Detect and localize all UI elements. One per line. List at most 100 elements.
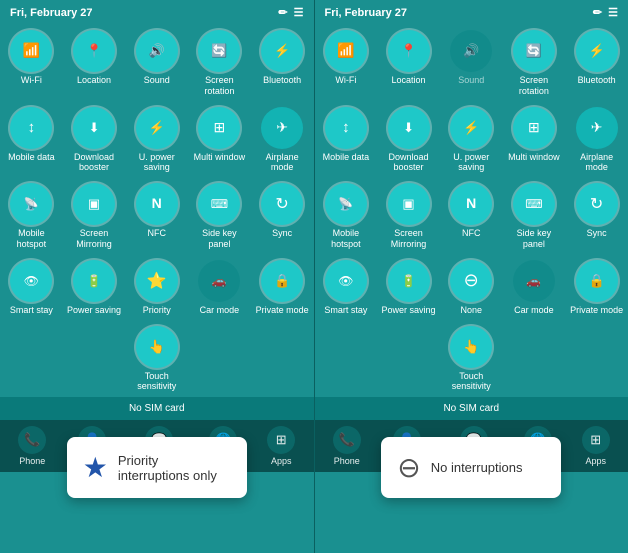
upower-label-left: U. power saving (129, 152, 185, 174)
qs-mirror-left[interactable]: Screen Mirroring (66, 183, 122, 250)
upower-icon-left (136, 107, 178, 149)
date-left: Fri, February 27 (10, 7, 93, 19)
qs-sidekey-left[interactable]: Side key panel (191, 183, 247, 250)
qs-bluetooth-right[interactable]: Bluetooth (569, 30, 625, 97)
smartstay-label-right: Smart stay (324, 305, 367, 316)
qs-none-right[interactable]: None (443, 260, 499, 316)
airplane-label-left: Airplane mode (254, 152, 310, 174)
qs-mobile-left[interactable]: Mobile data (3, 107, 59, 174)
qs-nfc-right[interactable]: NFC (443, 183, 499, 250)
qs-wifi-left[interactable]: Wi-Fi (3, 30, 59, 97)
qs-car-left[interactable]: Car mode (191, 260, 247, 316)
car-label-right: Car mode (514, 305, 554, 316)
powersave-icon-right (388, 260, 430, 302)
qs-airplane-left[interactable]: Airplane mode (254, 107, 310, 174)
qs-location-left[interactable]: Location (66, 30, 122, 97)
sound-icon-right (450, 30, 492, 72)
qs-wifi-right[interactable]: Wi-Fi (318, 30, 374, 97)
mirror-icon-left (73, 183, 115, 225)
mobile-label-left: Mobile data (8, 152, 55, 163)
smartstay-icon-left (10, 260, 52, 302)
qs-nfc-left[interactable]: NFC (129, 183, 185, 250)
nfc-icon-right (450, 183, 492, 225)
bluetooth-icon-left (261, 30, 303, 72)
qs-car-right[interactable]: Car mode (506, 260, 562, 316)
mirror-label-right: Screen Mirroring (381, 228, 437, 250)
qs-sync-right[interactable]: Sync (569, 183, 625, 250)
nav-phone-left[interactable]: 📞 Phone (18, 426, 46, 466)
location-icon-left (73, 30, 115, 72)
nav-apps-left[interactable]: ⊞ Apps (267, 426, 295, 466)
qs-touch-left[interactable]: Touch sensitivity (129, 326, 185, 393)
date-right: Fri, February 27 (325, 7, 408, 19)
qs-priority-left[interactable]: Priority (129, 260, 185, 316)
qs-smartstay-right[interactable]: Smart stay (318, 260, 374, 316)
upower-icon-right (450, 107, 492, 149)
powersave-label-right: Power saving (382, 305, 436, 316)
touch-icon-right (450, 326, 492, 368)
qs-download-right[interactable]: Download booster (381, 107, 437, 174)
qs-bluetooth-left[interactable]: Bluetooth (254, 30, 310, 97)
mobile-icon-left (10, 107, 52, 149)
mirror-label-left: Screen Mirroring (66, 228, 122, 250)
download-label-left: Download booster (66, 152, 122, 174)
private-icon-left (261, 260, 303, 302)
sync-label-left: Sync (272, 228, 292, 239)
car-label-left: Car mode (200, 305, 240, 316)
no-sim-left: No SIM card (0, 397, 314, 420)
qs-mobile-right[interactable]: Mobile data (318, 107, 374, 174)
qs-mirror-right[interactable]: Screen Mirroring (381, 183, 437, 250)
qs-location-right[interactable]: Location (381, 30, 437, 97)
qs-sound-left[interactable]: Sound (129, 30, 185, 97)
qs-touch-right[interactable]: Touch sensitivity (443, 326, 499, 393)
private-icon-right (576, 260, 618, 302)
sync-icon-left (261, 183, 303, 225)
right-panel: Fri, February 27 ✏ ☰ Wi-Fi Location Soun… (315, 0, 628, 553)
popup-text-right: No interruptions (431, 460, 523, 475)
rotation-label-left: Screen rotation (191, 75, 247, 97)
upower-label-right: U. power saving (443, 152, 499, 174)
nav-phone-right[interactable]: 📞 Phone (333, 426, 361, 466)
mirror-icon-right (388, 183, 430, 225)
location-icon-right (388, 30, 430, 72)
rotation-icon-left (198, 30, 240, 72)
qs-hotspot-right[interactable]: Mobile hotspot (318, 183, 374, 250)
wifi-icon-left (10, 30, 52, 72)
bluetooth-label-right: Bluetooth (578, 75, 616, 86)
qs-sync-left[interactable]: Sync (254, 183, 310, 250)
qs-private-left[interactable]: Private mode (254, 260, 310, 316)
powersave-icon-left (73, 260, 115, 302)
qs-private-right[interactable]: Private mode (569, 260, 625, 316)
qs-hotspot-left[interactable]: Mobile hotspot (3, 183, 59, 250)
none-popup-right: No interruptions (381, 437, 561, 498)
multi-label-left: Multi window (194, 152, 246, 163)
qs-rotation-right[interactable]: Screen rotation (506, 30, 562, 97)
qs-powersave-right[interactable]: Power saving (381, 260, 437, 316)
priority-popup-left: Priority interruptions only (67, 437, 247, 498)
qs-multi-left[interactable]: Multi window (191, 107, 247, 174)
qs-multi-right[interactable]: Multi window (506, 107, 562, 174)
smartstay-icon-right (325, 260, 367, 302)
qs-smartstay-left[interactable]: Smart stay (3, 260, 59, 316)
qs-upower-right[interactable]: U. power saving (443, 107, 499, 174)
qs-sidekey-right[interactable]: Side key panel (506, 183, 562, 250)
status-icons-left: ✏ ☰ (278, 6, 303, 19)
wifi-label-left: Wi-Fi (21, 75, 42, 86)
multi-icon-right (513, 107, 555, 149)
download-icon-right (388, 107, 430, 149)
qs-rotation-left[interactable]: Screen rotation (191, 30, 247, 97)
qs-row-5-left: Touch sensitivity (0, 321, 314, 398)
qs-powersave-left[interactable]: Power saving (66, 260, 122, 316)
status-bar-left: Fri, February 27 ✏ ☰ (0, 0, 314, 25)
qs-airplane-right[interactable]: Airplane mode (569, 107, 625, 174)
nfc-icon-left (136, 183, 178, 225)
qs-row-4-left: Smart stay Power saving Priority Car mod… (0, 255, 314, 321)
nav-apps-right[interactable]: ⊞ Apps (582, 426, 610, 466)
multi-icon-left (198, 107, 240, 149)
qs-download-left[interactable]: Download booster (66, 107, 122, 174)
qs-upower-left[interactable]: U. power saving (129, 107, 185, 174)
qs-sound-right[interactable]: Sound (443, 30, 499, 97)
sidekey-label-right: Side key panel (506, 228, 562, 250)
powersave-label-left: Power saving (67, 305, 121, 316)
multi-label-right: Multi window (508, 152, 560, 163)
